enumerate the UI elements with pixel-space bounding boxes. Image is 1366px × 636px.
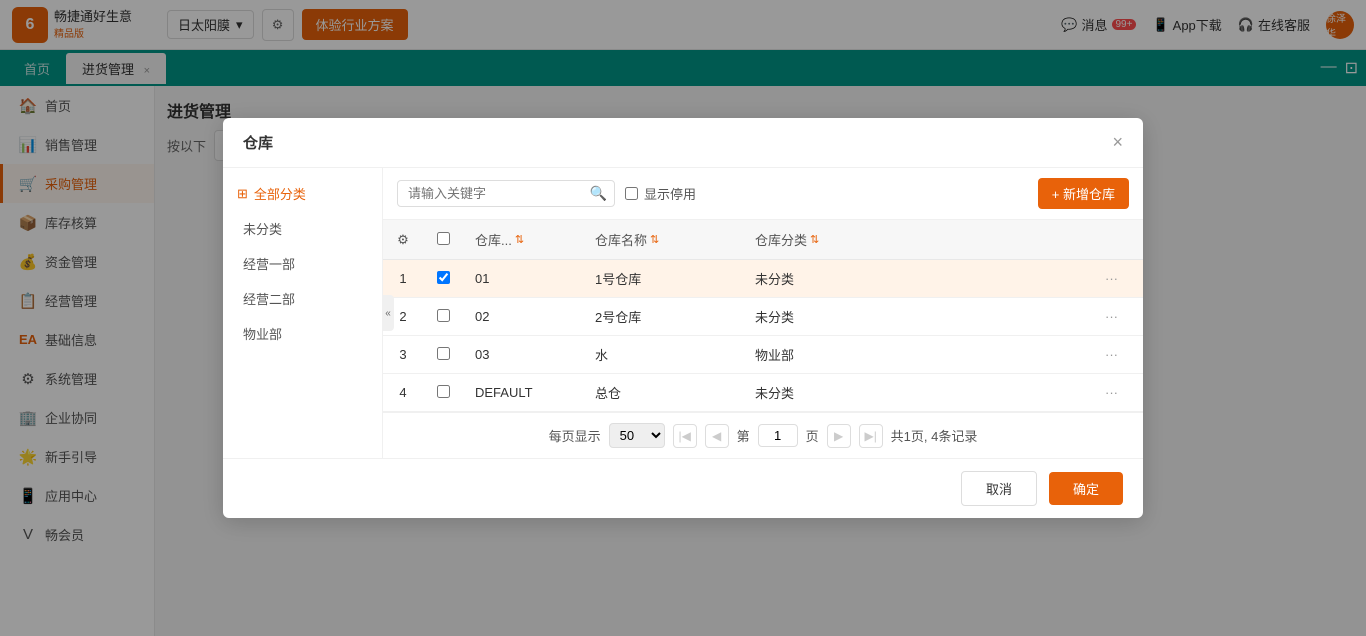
first-page-button[interactable]: |◀ [673, 424, 697, 448]
td-category: 未分类 [743, 374, 1093, 412]
td-category: 未分类 [743, 260, 1093, 298]
th-settings: ⚙ [383, 220, 423, 260]
disabled-checkbox-input[interactable] [625, 187, 638, 200]
modal-footer: 取消 确定 [223, 458, 1143, 518]
modal-close-button[interactable]: × [1112, 132, 1123, 153]
warehouse-table: ⚙ 仓库... ⇅ [383, 220, 1143, 412]
page-size-select[interactable]: 50 100 [609, 423, 665, 448]
table-row[interactable]: 1 01 1号仓库 未分类 ··· [383, 260, 1143, 298]
th-actions [1093, 220, 1143, 260]
table-row[interactable]: 3 03 水 物业部 ··· [383, 336, 1143, 374]
td-more[interactable]: ··· [1093, 336, 1143, 374]
td-name: 1号仓库 [583, 260, 743, 298]
td-checkbox[interactable] [423, 298, 463, 336]
th-category: 仓库分类 ⇅ [743, 220, 1093, 260]
td-index: 4 [383, 374, 423, 412]
modal-sidebar-item-dept2[interactable]: 经营二部 [223, 281, 382, 316]
td-code: 01 [463, 260, 583, 298]
td-more[interactable]: ··· [1093, 298, 1143, 336]
sort-icon-code: ⇅ [515, 233, 524, 246]
table-body: 1 01 1号仓库 未分类 ··· 2 02 2号仓库 未分类 ··· 3 03… [383, 260, 1143, 412]
modal-sidebar-item-property[interactable]: 物业部 [223, 316, 382, 351]
page-number-input[interactable] [758, 424, 798, 447]
more-icon[interactable]: ··· [1105, 309, 1118, 324]
modal-overlay: 仓库 × ⊞ 全部分类 未分类 经营一部 经营二部 物业部 « [0, 0, 1366, 636]
modal-pagination: 每页显示 50 100 |◀ ◀ 第 页 ▶ ▶| 共1页, 4条记录 [383, 412, 1143, 458]
modal-header: 仓库 × [223, 118, 1143, 168]
modal-toolbar: 🔍 显示停用 + 新增仓库 [383, 168, 1143, 220]
td-checkbox[interactable] [423, 336, 463, 374]
more-icon[interactable]: ··· [1105, 385, 1118, 400]
search-wrap: 🔍 [397, 180, 615, 207]
select-all-checkbox[interactable] [437, 232, 450, 245]
td-category: 物业部 [743, 336, 1093, 374]
td-index: 1 [383, 260, 423, 298]
th-checkbox [423, 220, 463, 260]
td-more[interactable]: ··· [1093, 260, 1143, 298]
sort-icon-name: ⇅ [650, 233, 659, 246]
pagination-total: 共1页, 4条记录 [891, 426, 978, 445]
modal-main: 🔍 显示停用 + 新增仓库 ⚙ [383, 168, 1143, 458]
row-checkbox[interactable] [437, 347, 450, 360]
table-row[interactable]: 4 DEFAULT 总仓 未分类 ··· [383, 374, 1143, 412]
table-settings-icon[interactable]: ⚙ [397, 232, 409, 247]
th-code: 仓库... ⇅ [463, 220, 583, 260]
th-name: 仓库名称 ⇅ [583, 220, 743, 260]
search-input[interactable] [397, 180, 615, 207]
more-icon[interactable]: ··· [1105, 271, 1118, 286]
modal-sidebar-item-uncategorized[interactable]: 未分类 [223, 211, 382, 246]
cancel-button[interactable]: 取消 [961, 471, 1037, 506]
table-header: ⚙ 仓库... ⇅ [383, 220, 1143, 260]
confirm-button[interactable]: 确定 [1049, 472, 1123, 505]
modal-sidebar-item-dept1[interactable]: 经营一部 [223, 246, 382, 281]
prev-page-button[interactable]: ◀ [705, 424, 729, 448]
more-icon[interactable]: ··· [1105, 347, 1118, 362]
row-checkbox[interactable] [437, 271, 450, 284]
row-checkbox[interactable] [437, 309, 450, 322]
td-code: 03 [463, 336, 583, 374]
add-warehouse-button[interactable]: + 新增仓库 [1038, 178, 1129, 209]
td-name: 2号仓库 [583, 298, 743, 336]
search-icon[interactable]: 🔍 [590, 185, 607, 202]
td-code: 02 [463, 298, 583, 336]
modal-body: ⊞ 全部分类 未分类 经营一部 经营二部 物业部 « 🔍 [223, 168, 1143, 458]
td-category: 未分类 [743, 298, 1093, 336]
td-name: 总仓 [583, 374, 743, 412]
table-row[interactable]: 2 02 2号仓库 未分类 ··· [383, 298, 1143, 336]
warehouse-modal: 仓库 × ⊞ 全部分类 未分类 经营一部 经营二部 物业部 « [223, 118, 1143, 518]
modal-sidebar-all[interactable]: ⊞ 全部分类 [223, 176, 382, 211]
td-index: 3 [383, 336, 423, 374]
td-checkbox[interactable] [423, 260, 463, 298]
modal-sidebar: ⊞ 全部分类 未分类 经营一部 经营二部 物业部 « [223, 168, 383, 458]
modal-title: 仓库 [243, 132, 273, 153]
last-page-button[interactable]: ▶| [859, 424, 883, 448]
td-code: DEFAULT [463, 374, 583, 412]
sidebar-collapse-button[interactable]: « [382, 295, 394, 331]
sort-icon-category: ⇅ [810, 233, 819, 246]
show-disabled-checkbox[interactable]: 显示停用 [625, 184, 696, 203]
table: ⚙ 仓库... ⇅ [383, 220, 1143, 412]
td-name: 水 [583, 336, 743, 374]
td-more[interactable]: ··· [1093, 374, 1143, 412]
row-checkbox[interactable] [437, 385, 450, 398]
td-checkbox[interactable] [423, 374, 463, 412]
next-page-button[interactable]: ▶ [827, 424, 851, 448]
grid-icon: ⊞ [237, 186, 248, 202]
